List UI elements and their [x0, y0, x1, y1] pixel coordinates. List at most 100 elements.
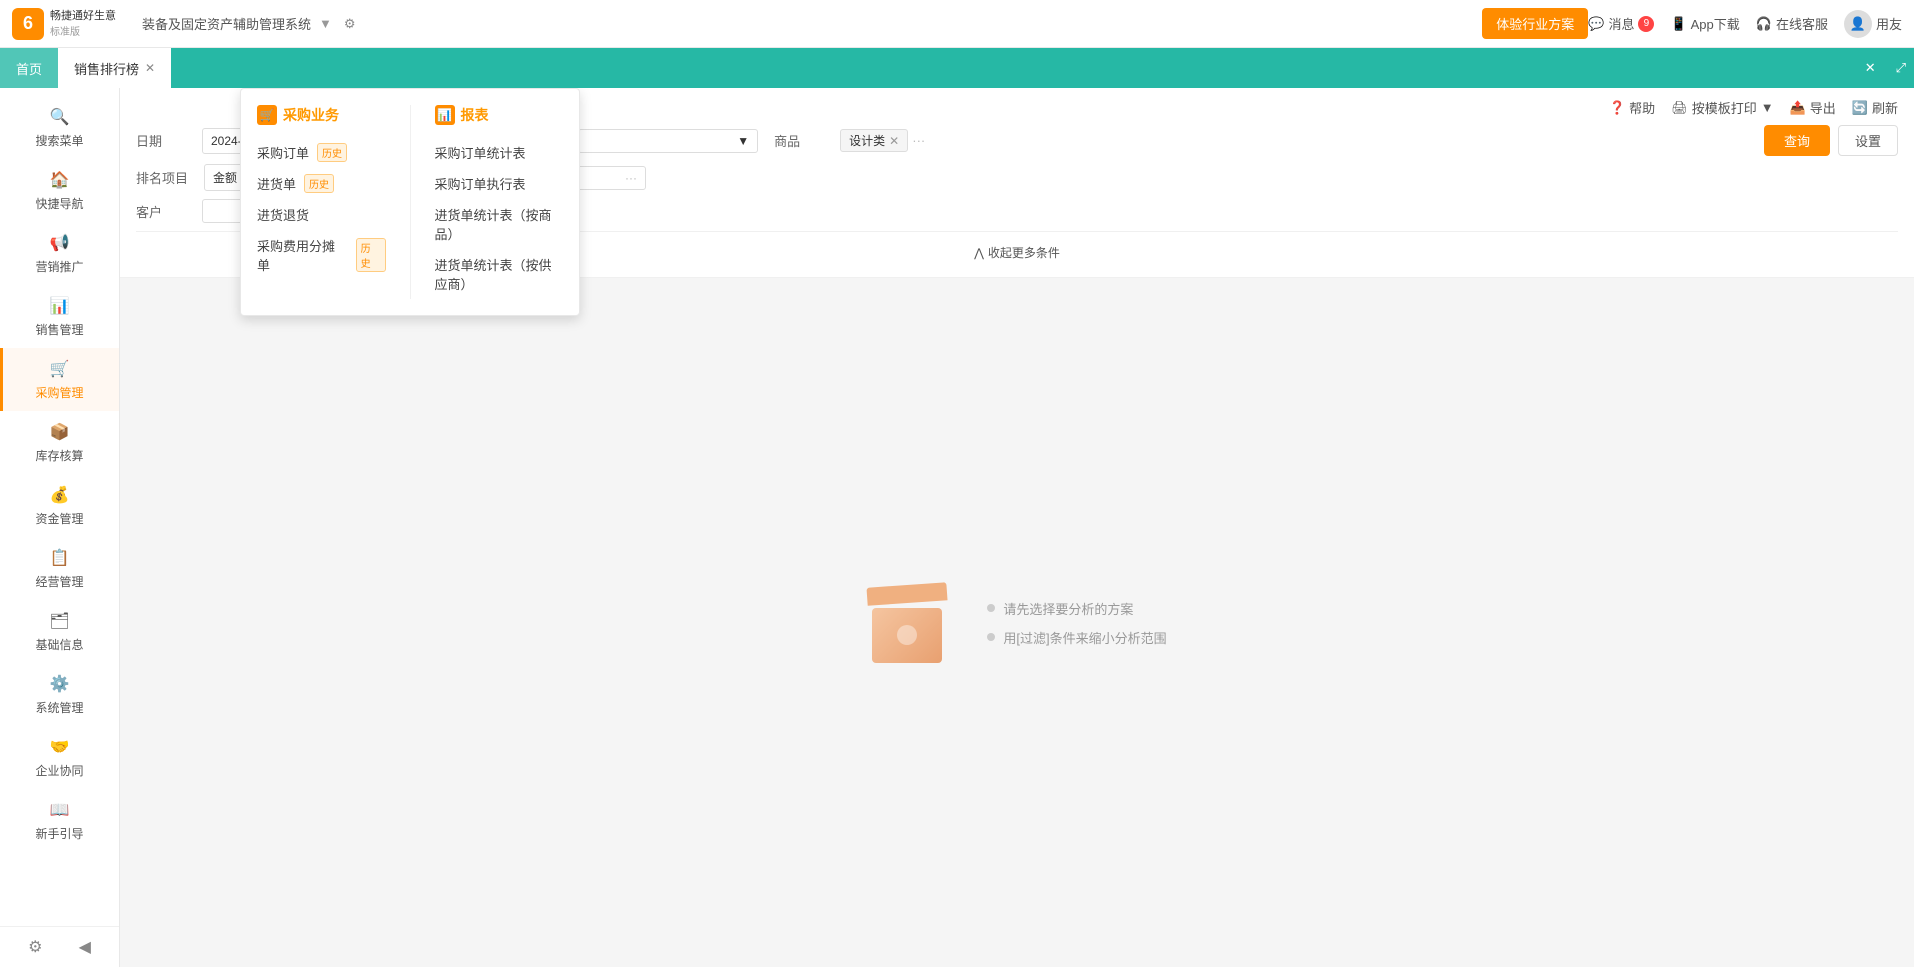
staff-dots: ··· [625, 171, 637, 185]
message-item[interactable]: 💬 消息 9 [1588, 14, 1654, 33]
empty-container: 请先选择要分析的方案 用[过滤]条件来缩小分析范围 [867, 583, 1166, 663]
export-btn[interactable]: 📤 导出 [1790, 98, 1836, 117]
tab-home[interactable]: 首页 [0, 48, 58, 88]
logo-text: 畅捷通好生意 [50, 9, 116, 23]
history-badge-0: 历史 [317, 143, 347, 162]
voucher-status-select[interactable]: ▼ [578, 129, 758, 153]
empty-text: 请先选择要分析的方案 用[过滤]条件来缩小分析范围 [987, 599, 1166, 647]
purchase-dropdown-menu: 🛒 采购业务 采购订单 历史 进货单 历史 进货退货 采购费用分摊单 历史 [240, 88, 580, 316]
history-badge-3: 历史 [356, 238, 386, 272]
dropdown-col-report: 📊 报表 采购订单统计表 采购订单执行表 进货单统计表（按商品） 进货单统计表（… [435, 105, 564, 299]
sidebar-item-system[interactable]: ⚙️ 系统管理 [0, 663, 119, 726]
goods-filter: 设计类 ✕ ··· [840, 129, 925, 152]
date-label: 日期 [136, 131, 186, 150]
nav-tabs: 首页 销售排行榜 ✕ ✕ ⤢ [0, 48, 1914, 88]
goods-more-icon[interactable]: ··· [912, 133, 925, 148]
history-badge-1: 历史 [304, 174, 334, 193]
menu-item-goods-receipt[interactable]: 进货单 历史 [257, 168, 386, 199]
avatar: 👤 [1844, 10, 1872, 38]
search-icon: 🔍 [49, 106, 71, 128]
system-icon: ⚙️ [49, 673, 71, 695]
menu-item-purchase-order-exec[interactable]: 采购订单执行表 [435, 168, 564, 199]
sidebar-item-basic-info[interactable]: 🗂 基础信息 [0, 600, 119, 663]
sidebar: 🔍 搜索菜单 🏠 快捷导航 📢 营销推广 📊 销售管理 🛒 采购管理 📦 库存核… [0, 88, 120, 967]
empty-state: 请先选择要分析的方案 用[过滤]条件来缩小分析范围 [120, 278, 1914, 967]
customer-label: 客户 [136, 202, 186, 221]
operations-icon: 📋 [49, 547, 71, 569]
empty-hint-2: 用[过滤]条件来缩小分析范围 [987, 628, 1166, 647]
sidebar-item-funds[interactable]: 💰 资金管理 [0, 474, 119, 537]
help-btn[interactable]: ❓ 帮助 [1609, 98, 1655, 117]
rank-label: 排名项目 [136, 168, 188, 187]
close-all-tabs[interactable]: ✕ [1853, 60, 1888, 76]
refresh-btn[interactable]: 🔄 刷新 [1852, 98, 1898, 117]
print-icon: 🖨 [1671, 100, 1688, 116]
goods-label: 商品 [774, 131, 824, 150]
dropdown-col-purchase: 🛒 采购业务 采购订单 历史 进货单 历史 进货退货 采购费用分摊单 历史 [257, 105, 386, 299]
collapse-icon: ⋀ [974, 246, 984, 260]
settings-icon[interactable]: ⚙ [344, 16, 356, 32]
refresh-icon: 🔄 [1852, 100, 1868, 116]
sidebar-item-marketing[interactable]: 📢 营销推广 [0, 222, 119, 285]
top-header: 6 畅捷通好生意 标准版 装备及固定资产辅助管理系统 ▼ ⚙ 体验行业方案 💬 … [0, 0, 1914, 48]
service-item[interactable]: 🎧 在线客服 [1756, 14, 1828, 33]
message-badge: 9 [1638, 16, 1654, 32]
message-icon: 💬 [1588, 16, 1604, 32]
dropdown-col-purchase-title: 🛒 采购业务 [257, 105, 386, 125]
sidebar-item-sales[interactable]: 📊 销售管理 [0, 285, 119, 348]
goods-tag[interactable]: 设计类 ✕ [840, 129, 908, 152]
guide-icon: 📖 [49, 799, 71, 821]
menu-item-goods-receipt-by-supplier[interactable]: 进货单统计表（按供应商） [435, 249, 564, 299]
system-dropdown-icon[interactable]: ▼ [319, 16, 332, 31]
goods-tag-remove[interactable]: ✕ [889, 134, 899, 148]
industry-btn[interactable]: 体验行业方案 [1482, 8, 1588, 39]
sidebar-item-quick-nav[interactable]: 🏠 快捷导航 [0, 159, 119, 222]
content-area: 🛒 采购业务 采购订单 历史 进货单 历史 进货退货 采购费用分摊单 历史 [120, 88, 1914, 967]
home-icon: 🏠 [49, 169, 71, 191]
phone-icon: 📱 [1670, 16, 1686, 32]
bottom-collapse-icon[interactable]: ◀ [79, 937, 91, 957]
tab-sales-ranking[interactable]: 销售排行榜 ✕ [58, 48, 171, 88]
dot-2 [987, 633, 995, 641]
user-item[interactable]: 👤 用友 [1844, 10, 1902, 38]
empty-hint-1: 请先选择要分析的方案 [987, 599, 1166, 618]
tab-expand-icon[interactable]: ⤢ [1888, 60, 1914, 76]
dot-1 [987, 604, 995, 612]
menu-item-goods-return[interactable]: 进货退货 [257, 199, 386, 230]
inventory-icon: 📦 [49, 421, 71, 443]
purchase-icon: 🛒 [49, 358, 71, 380]
sidebar-item-cooperation[interactable]: 🤝 企业协同 [0, 726, 119, 789]
menu-item-purchase-expense[interactable]: 采购费用分摊单 历史 [257, 230, 386, 280]
cooperation-icon: 🤝 [49, 736, 71, 758]
purchase-menu-icon: 🛒 [257, 105, 277, 125]
help-icon: ❓ [1609, 100, 1625, 116]
menu-item-purchase-order-stats[interactable]: 采购订单统计表 [435, 137, 564, 168]
menu-item-purchase-order[interactable]: 采购订单 历史 [257, 137, 386, 168]
tab-close-icon[interactable]: ✕ [145, 61, 155, 75]
settings-button[interactable]: 设置 [1838, 125, 1898, 156]
dropdown-divider [410, 105, 411, 299]
sidebar-item-inventory[interactable]: 📦 库存核算 [0, 411, 119, 474]
export-icon: 📤 [1790, 100, 1806, 116]
sidebar-item-purchase[interactable]: 🛒 采购管理 [0, 348, 119, 411]
logo-badge: 标准版 [50, 23, 116, 38]
logo-area: 6 畅捷通好生意 标准版 [12, 8, 132, 40]
sidebar-bottom: ⚙ ◀ [0, 926, 119, 967]
headset-icon: 🎧 [1756, 16, 1772, 32]
action-buttons: 查询 设置 [1764, 125, 1898, 156]
bottom-settings-icon[interactable]: ⚙ [28, 937, 42, 957]
sidebar-item-search[interactable]: 🔍 搜索菜单 [0, 96, 119, 159]
voucher-status-dropdown-icon: ▼ [737, 134, 749, 148]
sidebar-item-operations[interactable]: 📋 经营管理 [0, 537, 119, 600]
logo-icon: 6 [12, 8, 44, 40]
report-menu-icon: 📊 [435, 105, 455, 125]
print-btn[interactable]: 🖨 按模板打印 ▼ [1671, 98, 1773, 117]
query-button[interactable]: 查询 [1764, 125, 1830, 156]
sidebar-item-guide[interactable]: 📖 新手引导 [0, 789, 119, 852]
menu-item-goods-receipt-by-product[interactable]: 进货单统计表（按商品） [435, 199, 564, 249]
collapse-btn[interactable]: ⋀ 收起更多条件 [962, 238, 1072, 267]
basic-info-icon: 🗂 [49, 610, 71, 632]
app-download-item[interactable]: 📱 App下载 [1670, 14, 1739, 33]
print-dropdown-icon[interactable]: ▼ [1761, 100, 1774, 115]
dropdown-col-report-title: 📊 报表 [435, 105, 564, 125]
